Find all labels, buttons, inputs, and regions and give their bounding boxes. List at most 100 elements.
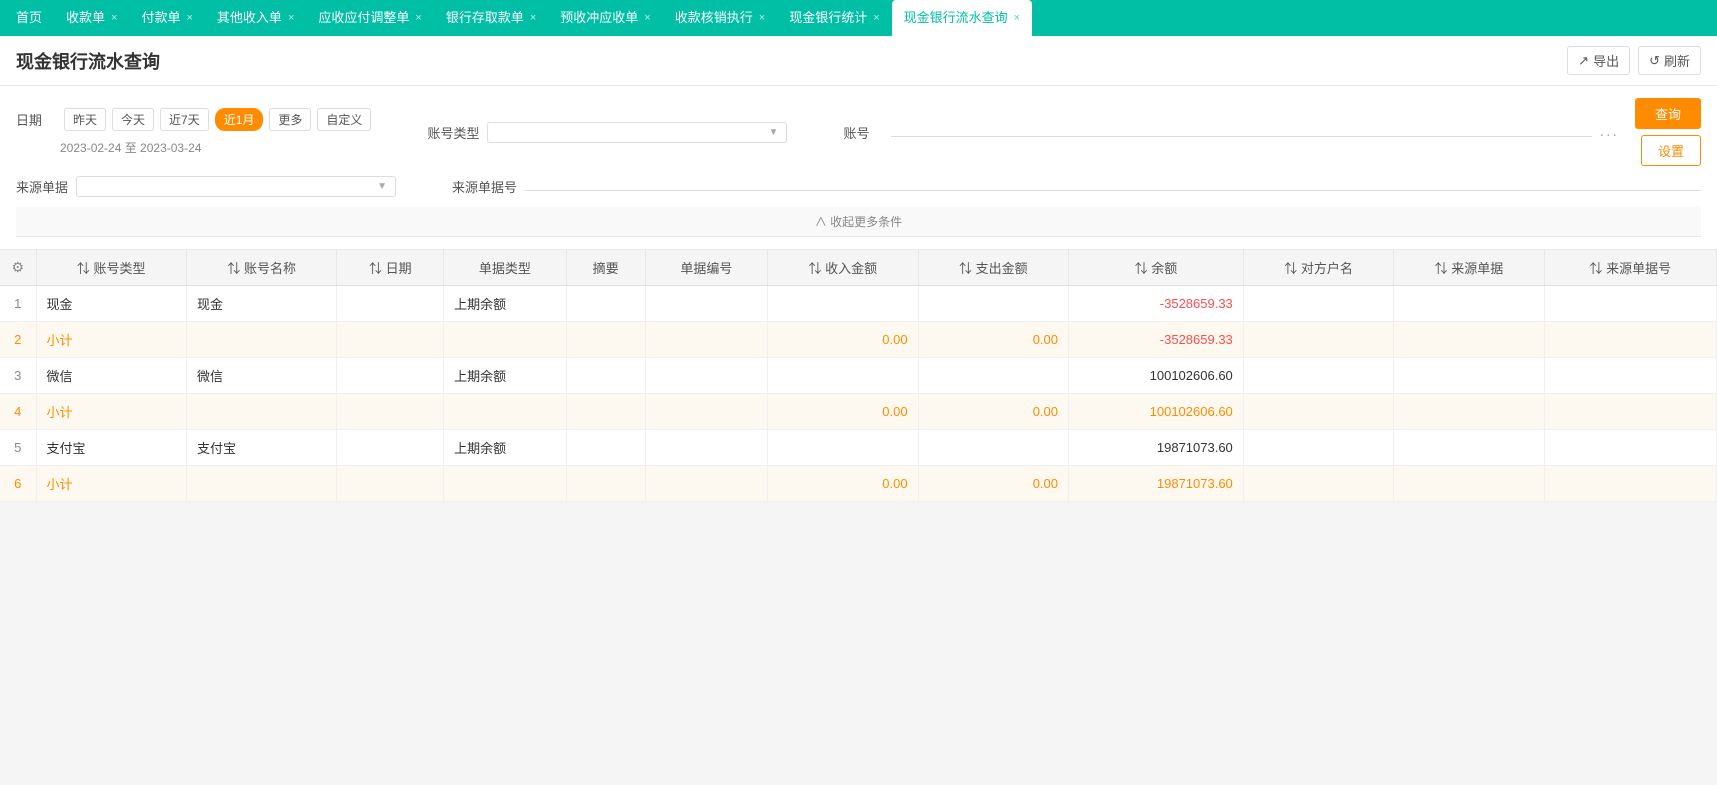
refresh-icon: ↺ [1649, 53, 1660, 69]
date-btn-7days[interactable]: 近7天 [160, 108, 209, 131]
col-balance[interactable]: ⇅ 余额 [1069, 250, 1244, 286]
cell-balance: 100102606.60 [1069, 358, 1244, 394]
cell-account-name: 支付宝 [186, 430, 336, 466]
table-row: 3 微信 微信 上期余额 100102606.60 [0, 358, 1717, 394]
nav-item-bank-deposit[interactable]: 银行存取款单 × [434, 0, 548, 36]
cell-account-name: 现金 [186, 286, 336, 322]
close-icon[interactable]: × [530, 0, 536, 36]
chevron-down-icon: ▼ [769, 127, 779, 138]
col-income[interactable]: ⇅ 收入金额 [768, 250, 918, 286]
source-doc-label: 来源单据 [16, 177, 68, 196]
col-summary: 摘要 [566, 250, 645, 286]
settings-button[interactable]: 设置 [1641, 135, 1701, 166]
nav-item-adjustment[interactable]: 应收应付调整单 × [306, 0, 433, 36]
cell-income: 0.00 [768, 466, 918, 502]
cell-balance: 19871073.60 [1069, 430, 1244, 466]
cell-account-name [186, 466, 336, 502]
refresh-button[interactable]: ↺ 刷新 [1638, 46, 1701, 75]
cell-doc-num [645, 430, 768, 466]
col-expense[interactable]: ⇅ 支出金额 [918, 250, 1068, 286]
row-number: 4 [0, 394, 36, 430]
date-options: 昨天 今天 近7天 近1月 更多 自定义 [64, 108, 371, 131]
table-header-row: ⚙ ⇅ 账号类型 ⇅ 账号名称 ⇅ 日期 单据类型 摘要 单据编号 ⇅ 收入金额 [0, 250, 1717, 286]
cell-source-doc-num [1544, 466, 1716, 502]
nav-item-home[interactable]: 首页 [4, 0, 54, 36]
cell-account-type: 小计 [36, 394, 186, 430]
cell-date [337, 322, 444, 358]
cell-account-type: 现金 [36, 286, 186, 322]
cell-source-doc-num [1544, 394, 1716, 430]
date-btn-custom[interactable]: 自定义 [317, 108, 371, 131]
date-btn-today[interactable]: 今天 [112, 108, 154, 131]
nav-item-other-income[interactable]: 其他收入单 × [205, 0, 306, 36]
close-icon[interactable]: × [415, 0, 421, 36]
nav-item-receipt[interactable]: 收款单 × [54, 0, 129, 36]
filter-row-date: 日期 昨天 今天 近7天 近1月 更多 自定义 2023-02-24 至 202… [16, 98, 1701, 166]
cell-expense: 0.00 [918, 322, 1068, 358]
cell-expense [918, 430, 1068, 466]
table-row: 4 小计 0.00 0.00 100102606.60 [0, 394, 1717, 430]
col-source-doc-num[interactable]: ⇅ 来源单据号 [1544, 250, 1716, 286]
nav-item-verification[interactable]: 收款核销执行 × [663, 0, 777, 36]
cell-counterparty [1243, 394, 1393, 430]
page-header: 现金银行流水查询 ↗ 导出 ↺ 刷新 [0, 36, 1717, 86]
close-icon[interactable]: × [1014, 0, 1020, 36]
close-icon[interactable]: × [759, 0, 765, 36]
row-number: 5 [0, 430, 36, 466]
cell-income [768, 358, 918, 394]
account-dots-button[interactable]: ... [1600, 123, 1619, 141]
cell-source-doc-num [1544, 286, 1716, 322]
nav-item-advance[interactable]: 预收冲应收单 × [548, 0, 662, 36]
cell-expense: 0.00 [918, 466, 1068, 502]
cell-source-doc-num [1544, 322, 1716, 358]
export-button[interactable]: ↗ 导出 [1567, 46, 1630, 75]
cell-summary [566, 430, 645, 466]
cell-counterparty [1243, 430, 1393, 466]
collapse-bar[interactable]: ∧ 收起更多条件 [16, 207, 1701, 237]
filter-row-source: 来源单据 ▼ 来源单据号 [16, 176, 1701, 197]
cell-counterparty [1243, 358, 1393, 394]
cell-date [337, 466, 444, 502]
nav-item-payment[interactable]: 付款单 × [129, 0, 204, 36]
cell-source-doc [1394, 358, 1544, 394]
table-container: ⚙ ⇅ 账号类型 ⇅ 账号名称 ⇅ 日期 单据类型 摘要 单据编号 ⇅ 收入金额 [0, 250, 1717, 502]
source-doc-num-label: 来源单据号 [452, 177, 517, 196]
col-account-name[interactable]: ⇅ 账号名称 [186, 250, 336, 286]
col-settings[interactable]: ⚙ [0, 250, 36, 286]
col-doc-num: 单据编号 [645, 250, 768, 286]
query-button[interactable]: 查询 [1635, 98, 1701, 129]
cell-source-doc [1394, 286, 1544, 322]
source-doc-select[interactable]: ▼ [76, 176, 396, 197]
data-table: ⚙ ⇅ 账号类型 ⇅ 账号名称 ⇅ 日期 单据类型 摘要 单据编号 ⇅ 收入金额 [0, 250, 1717, 502]
close-icon[interactable]: × [644, 0, 650, 36]
nav-item-bank-flow[interactable]: 现金银行流水查询 × [892, 0, 1032, 36]
cell-income [768, 286, 918, 322]
row-number: 2 [0, 322, 36, 358]
cell-summary [566, 322, 645, 358]
cell-expense: 0.00 [918, 394, 1068, 430]
cell-expense [918, 286, 1068, 322]
close-icon[interactable]: × [873, 0, 879, 36]
cell-doc-type: 上期余额 [444, 286, 567, 322]
cell-doc-type: 上期余额 [444, 358, 567, 394]
date-btn-yesterday[interactable]: 昨天 [64, 108, 106, 131]
cell-account-type: 小计 [36, 322, 186, 358]
date-btn-1month[interactable]: 近1月 [215, 108, 264, 131]
gear-icon[interactable]: ⚙ [11, 259, 24, 275]
date-btn-more[interactable]: 更多 [269, 108, 311, 131]
account-type-select[interactable]: ▼ [487, 122, 787, 143]
col-source-doc[interactable]: ⇅ 来源单据 [1394, 250, 1544, 286]
nav-item-bank-stats[interactable]: 现金银行统计 × [777, 0, 891, 36]
cell-doc-num [645, 286, 768, 322]
cell-income: 0.00 [768, 394, 918, 430]
cell-account-name: 微信 [186, 358, 336, 394]
table-row: 5 支付宝 支付宝 上期余额 19871073.60 [0, 430, 1717, 466]
col-date[interactable]: ⇅ 日期 [337, 250, 444, 286]
close-icon[interactable]: × [186, 0, 192, 36]
close-icon[interactable]: × [111, 0, 117, 36]
col-account-type[interactable]: ⇅ 账号类型 [36, 250, 186, 286]
account-type-label: 账号类型 [427, 123, 479, 142]
cell-expense [918, 358, 1068, 394]
close-icon[interactable]: × [288, 0, 294, 36]
col-counterparty[interactable]: ⇅ 对方户名 [1243, 250, 1393, 286]
